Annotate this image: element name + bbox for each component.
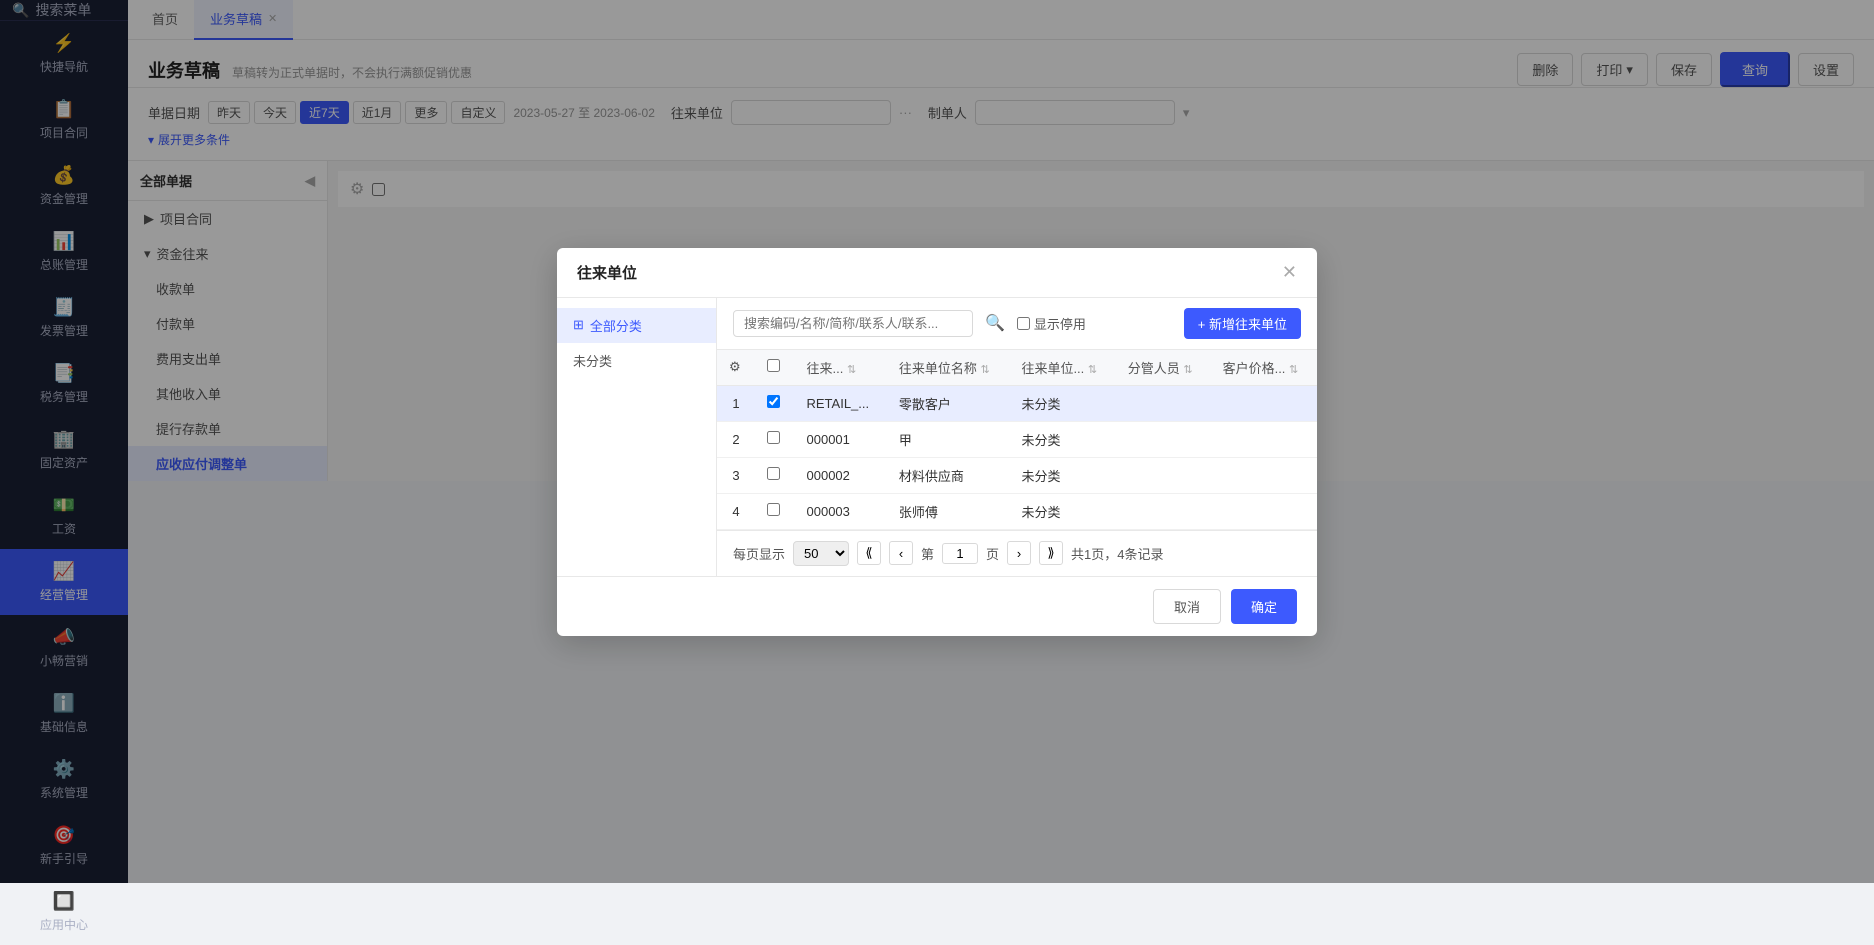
row-type: 未分类 xyxy=(1009,493,1115,529)
th-manager[interactable]: 分管人员 ⇅ xyxy=(1116,350,1211,386)
show-inactive-label[interactable]: 显示停用 xyxy=(1017,314,1086,333)
th-code[interactable]: 往来... ⇅ xyxy=(795,350,887,386)
row-num: 1 xyxy=(717,385,755,421)
row-price xyxy=(1211,457,1317,493)
row-checkbox[interactable] xyxy=(755,493,794,529)
modal-left-unclassified-label: 未分类 xyxy=(573,354,612,369)
th-settings[interactable]: ⚙ xyxy=(717,350,755,386)
modal-title: 往来单位 xyxy=(577,262,637,283)
page-word2: 页 xyxy=(986,544,999,563)
table-row[interactable]: 2 000001 甲 未分类 xyxy=(717,421,1317,457)
sidebar-item-label: 应用中心 xyxy=(40,916,88,933)
sort-icon: ⇅ xyxy=(1183,364,1192,376)
search-icon: 🔍 xyxy=(985,313,1005,333)
page-prev-button[interactable]: ‹ xyxy=(889,541,913,565)
row-manager xyxy=(1116,457,1211,493)
row-name: 零散客户 xyxy=(887,385,1010,421)
modal-header: 往来单位 ✕ xyxy=(557,248,1317,298)
row-manager xyxy=(1116,493,1211,529)
row-price xyxy=(1211,493,1317,529)
row-type: 未分类 xyxy=(1009,385,1115,421)
modal-right-panel: 🔍 显示停用 + 新增往来单位 ⚙ xyxy=(717,298,1317,576)
th-price[interactable]: 客户价格... ⇅ xyxy=(1211,350,1317,386)
modal-left-all-label: 全部分类 xyxy=(590,316,642,335)
row-code: 000001 xyxy=(795,421,887,457)
row-checkbox[interactable] xyxy=(755,457,794,493)
row-code: 000002 xyxy=(795,457,887,493)
table-header-row: ⚙ 往来... ⇅ 往来单位名称 ⇅ xyxy=(717,350,1317,386)
page-first-button[interactable]: ⟪ xyxy=(857,541,881,565)
add-unit-button[interactable]: + 新增往来单位 xyxy=(1184,308,1301,339)
row-name: 张师傅 xyxy=(887,493,1010,529)
confirm-button[interactable]: 确定 xyxy=(1231,589,1297,624)
cancel-button[interactable]: 取消 xyxy=(1153,589,1221,624)
modal-search-input[interactable] xyxy=(733,310,973,337)
modal-left-unclassified[interactable]: 未分类 xyxy=(557,343,716,378)
select-all-checkbox[interactable] xyxy=(767,359,780,372)
modal-pagination: 每页显示 50 10 20 100 ⟪ ‹ 第 页 › ⟫ 共1页，4条记录 xyxy=(717,530,1317,576)
show-inactive-checkbox[interactable] xyxy=(1017,317,1030,330)
row-type: 未分类 xyxy=(1009,457,1115,493)
row-num: 2 xyxy=(717,421,755,457)
page-size-label: 每页显示 xyxy=(733,544,785,563)
table-row[interactable]: 4 000003 张师傅 未分类 xyxy=(717,493,1317,529)
row-price xyxy=(1211,385,1317,421)
row-num: 3 xyxy=(717,457,755,493)
th-type[interactable]: 往来单位... ⇅ xyxy=(1009,350,1115,386)
row-code: RETAIL_... xyxy=(795,385,887,421)
modal-left-panel: ⊞ 全部分类 未分类 xyxy=(557,298,717,576)
table-row[interactable]: 3 000002 材料供应商 未分类 xyxy=(717,457,1317,493)
page-number-input[interactable] xyxy=(942,543,978,564)
page-next-button[interactable]: › xyxy=(1007,541,1031,565)
row-num: 4 xyxy=(717,493,755,529)
row-code: 000003 xyxy=(795,493,887,529)
modal-close-button[interactable]: ✕ xyxy=(1282,262,1297,283)
sort-icon: ⇅ xyxy=(847,364,856,376)
table-row[interactable]: 1 RETAIL_... 零散客户 未分类 xyxy=(717,385,1317,421)
sidebar-item-appcenter[interactable]: 🔲 应用中心 xyxy=(0,879,128,945)
modal-left-all[interactable]: ⊞ 全部分类 xyxy=(557,308,716,343)
page-last-button[interactable]: ⟫ xyxy=(1039,541,1063,565)
row-manager xyxy=(1116,385,1211,421)
row-name: 材料供应商 xyxy=(887,457,1010,493)
appcenter-icon: 🔲 xyxy=(53,891,75,912)
modal-dialog: 往来单位 ✕ ⊞ 全部分类 未分类 🔍 xyxy=(557,248,1317,636)
th-name[interactable]: 往来单位名称 ⇅ xyxy=(887,350,1010,386)
row-checkbox[interactable] xyxy=(755,385,794,421)
modal-footer: 取消 确定 xyxy=(557,576,1317,636)
modal-table: ⚙ 往来... ⇅ 往来单位名称 ⇅ xyxy=(717,350,1317,530)
total-info: 共1页，4条记录 xyxy=(1071,544,1163,563)
row-checkbox[interactable] xyxy=(755,421,794,457)
sort-icon: ⇅ xyxy=(1289,364,1298,376)
sort-icon: ⇅ xyxy=(981,364,990,376)
settings-icon: ⚙ xyxy=(729,359,741,374)
show-inactive-text: 显示停用 xyxy=(1034,314,1086,333)
modal-overlay: 往来单位 ✕ ⊞ 全部分类 未分类 🔍 xyxy=(0,0,1874,883)
modal-table-wrap: ⚙ 往来... ⇅ 往来单位名称 ⇅ xyxy=(717,350,1317,530)
modal-search-bar: 🔍 显示停用 + 新增往来单位 xyxy=(717,298,1317,350)
page-size-select[interactable]: 50 10 20 100 xyxy=(793,541,849,566)
sort-icon: ⇅ xyxy=(1088,364,1097,376)
row-manager xyxy=(1116,421,1211,457)
grid-icon: ⊞ xyxy=(573,317,584,333)
row-type: 未分类 xyxy=(1009,421,1115,457)
row-price xyxy=(1211,421,1317,457)
modal-body: ⊞ 全部分类 未分类 🔍 显示停用 + 新增往来单位 xyxy=(557,298,1317,576)
page-word: 第 xyxy=(921,544,934,563)
th-checkbox[interactable] xyxy=(755,350,794,386)
row-name: 甲 xyxy=(887,421,1010,457)
